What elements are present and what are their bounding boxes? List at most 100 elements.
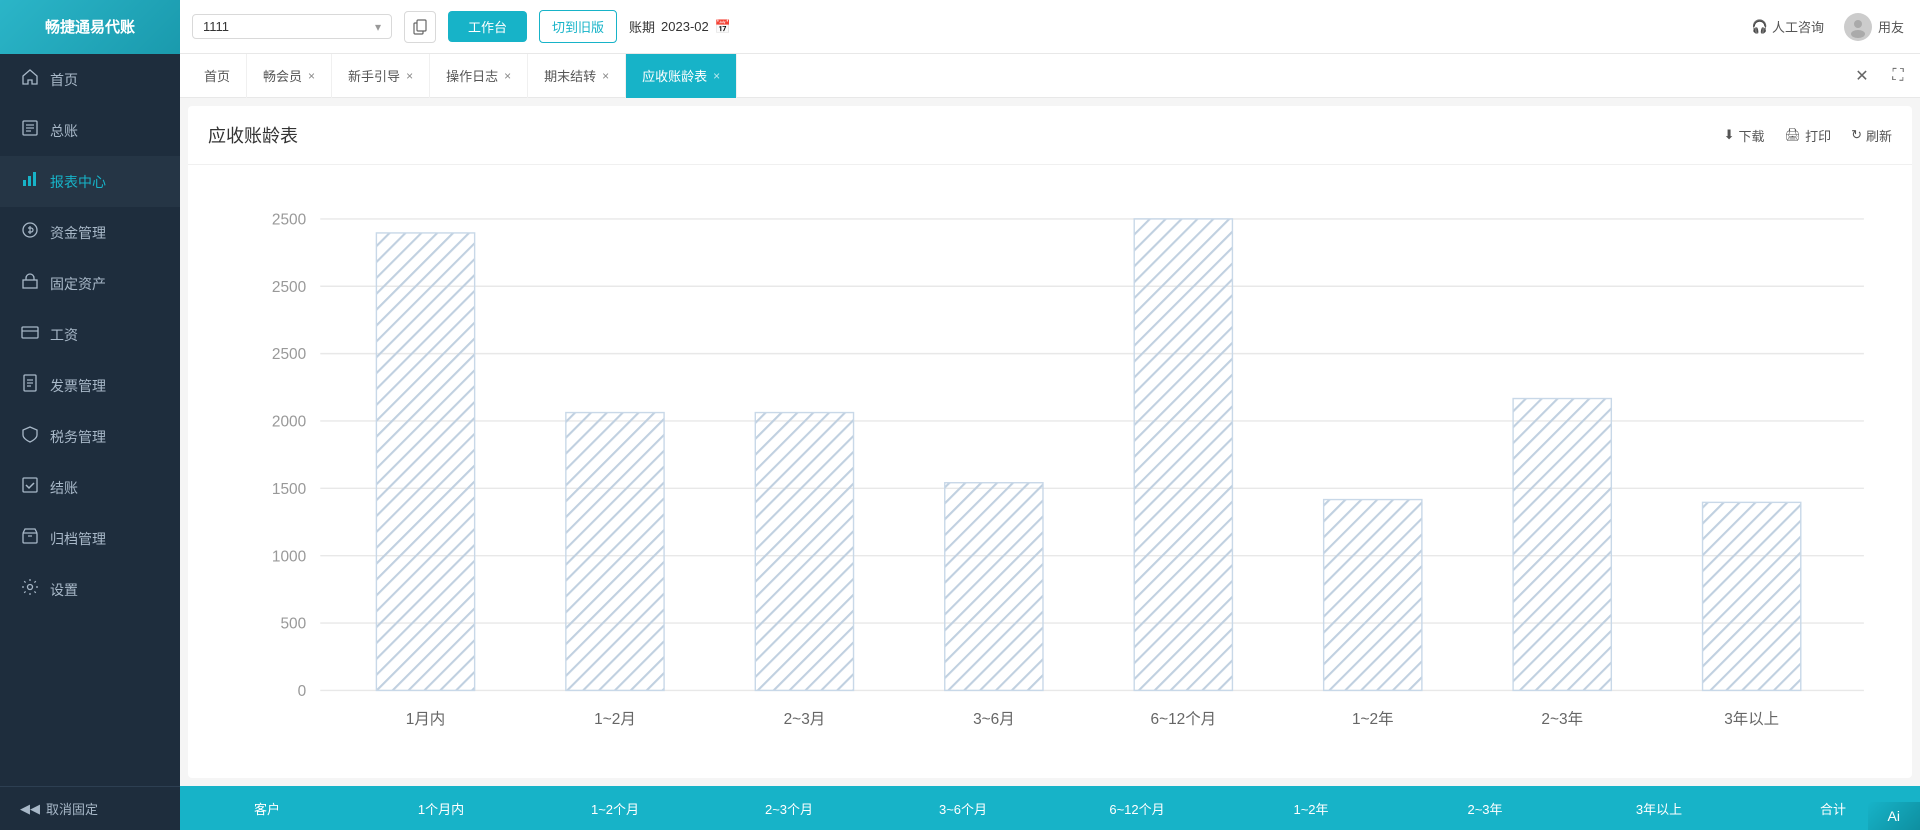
- ledger-icon: [20, 119, 40, 142]
- support-label: 人工咨询: [1772, 17, 1824, 36]
- tab-close-log[interactable]: ×: [504, 69, 511, 83]
- svg-text:2500: 2500: [272, 212, 306, 229]
- refresh-icon: ↻: [1851, 127, 1862, 143]
- sidebar-item-assets[interactable]: 固定资产: [0, 258, 180, 309]
- maximize-button[interactable]: ⛶: [1884, 62, 1912, 90]
- sidebar-item-salary[interactable]: 工资: [0, 309, 180, 360]
- sidebar-label-checkout: 结账: [50, 478, 78, 498]
- download-button[interactable]: ⬇ 下载: [1724, 126, 1765, 145]
- company-selector[interactable]: 1111 ▾: [192, 14, 392, 39]
- funds-icon: [20, 221, 40, 244]
- reports-icon: [20, 170, 40, 193]
- sidebar-item-home[interactable]: 首页: [0, 54, 180, 105]
- settings-icon: [20, 578, 40, 601]
- svg-text:1500: 1500: [272, 481, 306, 498]
- tab-label-period-end: 期末结转: [544, 66, 596, 85]
- tab-aging[interactable]: 应收账龄表 ×: [626, 54, 737, 98]
- print-icon: 🖨: [1785, 127, 1802, 143]
- tab-guide[interactable]: 新手引导 ×: [332, 54, 430, 98]
- table-col-header: 客户: [180, 799, 354, 818]
- svg-text:2~3年: 2~3年: [1541, 710, 1583, 728]
- tab-label-home: 首页: [204, 66, 230, 85]
- tab-log[interactable]: 操作日志 ×: [430, 54, 528, 98]
- svg-text:1月内: 1月内: [406, 710, 445, 728]
- page-title: 应收账龄表: [208, 122, 298, 148]
- sidebar-bottom-label: 取消固定: [46, 799, 98, 818]
- tax-icon: [20, 425, 40, 448]
- svg-text:2500: 2500: [272, 346, 306, 363]
- close-all-button[interactable]: ✕: [1848, 62, 1876, 90]
- sidebar-item-invoice[interactable]: 发票管理: [0, 360, 180, 411]
- sidebar-item-checkout[interactable]: 结账: [0, 462, 180, 513]
- main-layout: 首页 总账 报表中心 资金管理 固定资产 工资 发票管理 税务管理 结账 归档管…: [0, 54, 1920, 830]
- svg-text:0: 0: [298, 683, 307, 700]
- sidebar-pin-toggle[interactable]: ◀◀ 取消固定: [0, 786, 180, 830]
- sidebar-scroll: 首页 总账 报表中心 资金管理 固定资产 工资 发票管理 税务管理 结账 归档管…: [0, 54, 180, 786]
- table-col-header: 1~2个月: [528, 799, 702, 818]
- sidebar: 首页 总账 报表中心 资金管理 固定资产 工资 发票管理 税务管理 结账 归档管…: [0, 54, 180, 830]
- period-value: 2023-02: [661, 19, 709, 34]
- print-button[interactable]: 🖨 打印: [1785, 126, 1832, 145]
- svg-text:2500: 2500: [272, 279, 306, 296]
- table-header: 客户1个月内1~2个月2~3个月3~6个月6~12个月1~2年2~3年3年以上合…: [180, 786, 1920, 830]
- tab-label-log: 操作日志: [446, 66, 498, 85]
- tab-label-aging: 应收账龄表: [642, 66, 707, 85]
- support-link[interactable]: 🎧 人工咨询: [1752, 17, 1824, 36]
- sidebar-label-salary: 工资: [50, 325, 78, 345]
- tab-close-guide[interactable]: ×: [406, 69, 413, 83]
- sidebar-item-reports[interactable]: 报表中心: [0, 156, 180, 207]
- sidebar-label-funds: 资金管理: [50, 223, 106, 243]
- table-col-header: 1~2年: [1224, 799, 1398, 818]
- calendar-icon[interactable]: 📅: [715, 19, 731, 35]
- sidebar-label-invoice: 发票管理: [50, 376, 106, 396]
- header-right: 🎧 人工咨询 用友: [1752, 13, 1904, 41]
- tabs-actions: ✕ ⛶: [1848, 62, 1912, 90]
- svg-text:3~6月: 3~6月: [973, 711, 1015, 728]
- chart-area: 2500 2500 2500 2000 1500 1000 500 0: [188, 165, 1912, 778]
- tab-close-aging[interactable]: ×: [713, 69, 720, 83]
- sidebar-label-archive: 归档管理: [50, 529, 106, 549]
- page-content: 应收账龄表 ⬇ 下载 🖨 打印 ↻ 刷新: [188, 106, 1912, 778]
- table-col-header: 3~6个月: [876, 799, 1050, 818]
- period-label: 账期: [629, 17, 655, 36]
- tabs-bar: 首页畅会员× 新手引导 × 操作日志 × 期末结转 × 应收账龄表 × ✕ ⛶: [180, 54, 1920, 98]
- tab-home[interactable]: 首页: [188, 54, 247, 98]
- table-col-header: 6~12个月: [1050, 799, 1224, 818]
- salary-icon: [20, 323, 40, 346]
- download-icon: ⬇: [1724, 127, 1735, 143]
- tab-period-end[interactable]: 期末结转 ×: [528, 54, 626, 98]
- checkout-icon: [20, 476, 40, 499]
- user-area[interactable]: 用友: [1844, 13, 1904, 41]
- svg-text:2~3月: 2~3月: [784, 711, 826, 728]
- svg-text:500: 500: [280, 616, 306, 633]
- user-name: 用友: [1878, 17, 1904, 36]
- refresh-button[interactable]: ↻ 刷新: [1851, 126, 1892, 145]
- table-col-header: 2~3个月: [702, 799, 876, 818]
- workbench-button[interactable]: 工作台: [448, 11, 527, 42]
- sidebar-item-archive[interactable]: 归档管理: [0, 513, 180, 564]
- assets-icon: [20, 272, 40, 295]
- sidebar-label-settings: 设置: [50, 580, 78, 600]
- tab-close-period-end[interactable]: ×: [602, 69, 609, 83]
- logo-area: 畅捷通易代账: [0, 0, 180, 54]
- table-col-header: 2~3年: [1398, 799, 1572, 818]
- avatar: [1844, 13, 1872, 41]
- pin-icon: ◀◀: [20, 801, 40, 817]
- period-area: 账期 2023-02 📅: [629, 17, 731, 36]
- table-col-header: 1个月内: [354, 799, 528, 818]
- tab-close-member[interactable]: ×: [308, 69, 315, 83]
- tab-member[interactable]: 畅会员×: [247, 54, 332, 98]
- sidebar-label-tax: 税务管理: [50, 427, 106, 447]
- sidebar-item-tax[interactable]: 税务管理: [0, 411, 180, 462]
- ai-badge[interactable]: Ai: [1868, 802, 1920, 830]
- archive-icon: [20, 527, 40, 550]
- tab-label-guide: 新手引导: [348, 66, 400, 85]
- svg-text:6~12个月: 6~12个月: [1151, 710, 1217, 728]
- top-header: 畅捷通易代账 1111 ▾ 工作台 切到旧版 账期 2023-02 📅 🎧 人工…: [0, 0, 1920, 54]
- copy-icon[interactable]: [404, 11, 436, 43]
- content-area: 首页畅会员× 新手引导 × 操作日志 × 期末结转 × 应收账龄表 × ✕ ⛶ 应收账龄表 ⬇ …: [180, 54, 1920, 830]
- sidebar-item-funds[interactable]: 资金管理: [0, 207, 180, 258]
- switch-version-button[interactable]: 切到旧版: [539, 10, 617, 43]
- sidebar-item-ledger[interactable]: 总账: [0, 105, 180, 156]
- sidebar-item-settings[interactable]: 设置: [0, 564, 180, 615]
